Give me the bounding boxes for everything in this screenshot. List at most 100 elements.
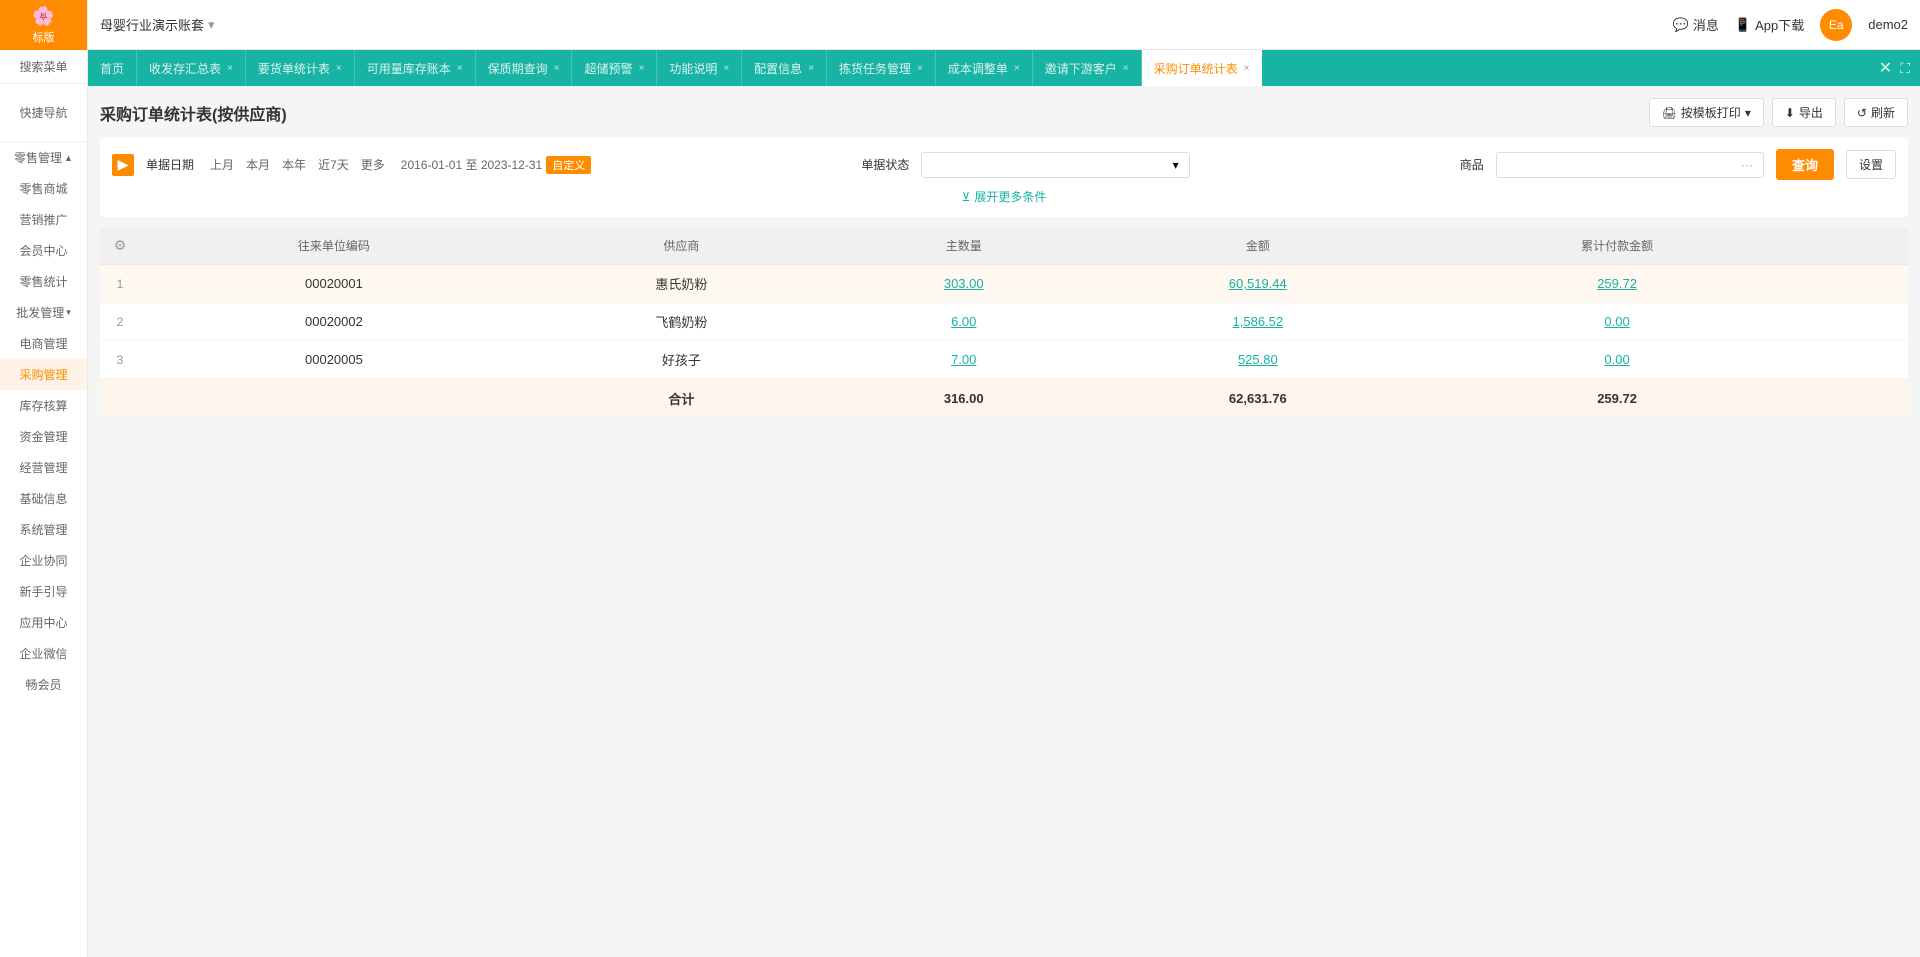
tab-receipts[interactable]: 收发存汇总表 × — [137, 50, 246, 86]
query-button[interactable]: 查询 — [1776, 149, 1834, 180]
sidebar-item-enterprise-collab[interactable]: 企业协同 — [0, 545, 87, 576]
tab-expiry[interactable]: 保质期查询 × — [476, 50, 573, 86]
goods-input[interactable]: ··· — [1496, 152, 1764, 178]
tab-cost-adj[interactable]: 成本调整单 × — [936, 50, 1033, 86]
sidebar-item-member-program[interactable]: 畅会员 — [0, 669, 87, 700]
tab-stock-ledger-close[interactable]: × — [457, 63, 463, 74]
tab-func-desc-close[interactable]: × — [723, 63, 729, 74]
sidebar-item-purchase-mgmt[interactable]: 采购管理 — [0, 359, 87, 390]
tab-func-desc[interactable]: 功能说明 × — [657, 50, 742, 86]
cell-qty[interactable]: 6.00 — [835, 303, 1093, 341]
sidebar-item-marketing[interactable]: 营销推广 — [0, 204, 87, 235]
cell-amount[interactable]: 1,586.52 — [1093, 303, 1424, 341]
sidebar-item-new-guide[interactable]: 新手引导 — [0, 576, 87, 607]
quick-nav-item[interactable]: 快捷导航 — [0, 90, 87, 135]
topbar-right: 💬 消息 📱 App下载 Ea demo2 — [1673, 9, 1908, 41]
column-settings-icon[interactable]: ⚙ — [114, 237, 127, 253]
shortcut-this-month[interactable]: 本月 — [242, 154, 274, 175]
date-range-display: 2016-01-01 至 2023-12-31 自定义 — [401, 156, 591, 174]
tab-purchase-stats-close[interactable]: × — [1244, 63, 1250, 74]
tab-order-stats[interactable]: 要货单统计表 × — [246, 50, 355, 86]
fullscreen-button[interactable]: ⛶ — [1900, 60, 1910, 77]
cell-code: 00020005 — [140, 341, 528, 379]
sidebar-item-enterprise-wechat[interactable]: 企业微信 — [0, 638, 87, 669]
col-settings-header[interactable]: ⚙ — [100, 227, 140, 265]
cell-qty[interactable]: 303.00 — [835, 265, 1093, 303]
date-range-value: 2016-01-01 至 2023-12-31 — [401, 156, 542, 173]
sidebar-item-retail-stats[interactable]: 零售统计 — [0, 266, 87, 297]
nav-tabs-bar: 首页 收发存汇总表 × 要货单统计表 × 可用量库存账本 × 保质期查询 × 超… — [88, 50, 1920, 86]
quick-nav: 快捷导航 — [0, 84, 87, 142]
cell-amount[interactable]: 525.80 — [1093, 341, 1424, 379]
tab-stock-ledger[interactable]: 可用量库存账本 × — [355, 50, 476, 86]
tab-picking-label: 拣货任务管理 — [839, 60, 911, 77]
cell-amount[interactable]: 60,519.44 — [1093, 265, 1424, 303]
workspace-selector[interactable]: 母婴行业演示账套 ▾ — [100, 15, 215, 34]
tab-overstock-close[interactable]: × — [638, 63, 644, 74]
tab-invite-close[interactable]: × — [1123, 63, 1129, 74]
cell-qty[interactable]: 7.00 — [835, 341, 1093, 379]
page-content: 采购订单统计表(按供应商) 🖨 按模板打印 ▾ ⬇ 导出 ↺ 刷新 — [88, 86, 1920, 957]
tab-config[interactable]: 配置信息 × — [742, 50, 827, 86]
topbar: 母婴行业演示账套 ▾ 💬 消息 📱 App下载 Ea demo2 — [88, 0, 1920, 50]
sidebar-item-biz-mgmt[interactable]: 经营管理 — [0, 452, 87, 483]
cell-supplier: 好孩子 — [528, 341, 835, 379]
shortcut-7days[interactable]: 近7天 — [314, 154, 353, 175]
sys-mgmt-label: 系统管理 — [19, 521, 67, 538]
cell-paid[interactable]: 0.00 — [1423, 303, 1811, 341]
tab-config-close[interactable]: × — [808, 63, 814, 74]
close-all-tabs-button[interactable]: ✕ — [1879, 58, 1892, 78]
sidebar-item-basic-info[interactable]: 基础信息 — [0, 483, 87, 514]
search-menu-item[interactable]: 搜索菜单 — [0, 50, 87, 84]
tab-home-label: 首页 — [100, 60, 124, 77]
shortcut-this-year[interactable]: 本年 — [278, 154, 310, 175]
tab-picking-close[interactable]: × — [917, 63, 923, 74]
app-center-label: 应用中心 — [19, 614, 67, 631]
tab-overstock[interactable]: 超储预警 × — [572, 50, 657, 86]
refresh-button[interactable]: ↺ 刷新 — [1844, 98, 1908, 127]
sidebar-item-retail-mgmt[interactable]: 零售管理 ▲ — [0, 142, 87, 173]
print-button[interactable]: 🖨 按模板打印 ▾ — [1649, 98, 1764, 127]
sidebar-item-member-center[interactable]: 会员中心 — [0, 235, 87, 266]
settings-button[interactable]: 设置 — [1846, 150, 1896, 179]
shortcut-more[interactable]: 更多 — [357, 154, 389, 175]
app-logo[interactable]: 🌸 标版 — [0, 0, 87, 50]
expand-filter-button[interactable]: ⊻ 展开更多条件 — [112, 188, 1896, 205]
message-icon: 💬 — [1673, 17, 1689, 33]
tab-invite[interactable]: 邀请下游客户 × — [1033, 50, 1142, 86]
col-paid-header: 累计付款金额 — [1423, 227, 1811, 265]
row-num: 2 — [100, 303, 140, 341]
tab-cost-adj-close[interactable]: × — [1014, 63, 1020, 74]
status-select[interactable]: ▾ — [921, 152, 1189, 178]
tab-receipts-label: 收发存汇总表 — [149, 60, 221, 77]
sidebar-item-sys-mgmt[interactable]: 系统管理 — [0, 514, 87, 545]
tab-picking[interactable]: 拣货任务管理 × — [827, 50, 936, 86]
tab-order-stats-close[interactable]: × — [336, 63, 342, 74]
export-button[interactable]: ⬇ 导出 — [1772, 98, 1836, 127]
shortcut-last-month[interactable]: 上月 — [206, 154, 238, 175]
sidebar-item-stock-check[interactable]: 库存核算 — [0, 390, 87, 421]
tab-stock-ledger-label: 可用量库存账本 — [367, 60, 451, 77]
tab-home[interactable]: 首页 — [88, 50, 137, 86]
avatar[interactable]: Ea — [1820, 9, 1852, 41]
filter-toggle-button[interactable]: ▶ — [112, 154, 134, 176]
cell-paid[interactable]: 0.00 — [1423, 341, 1811, 379]
message-button[interactable]: 💬 消息 — [1673, 15, 1719, 34]
tab-purchase-stats[interactable]: 采购订单统计表 × — [1142, 50, 1263, 86]
sidebar-item-retail-shop[interactable]: 零售商城 — [0, 173, 87, 204]
tab-expiry-close[interactable]: × — [554, 63, 560, 74]
quick-nav-label: 快捷导航 — [4, 97, 83, 128]
cell-paid[interactable]: 259.72 — [1423, 265, 1811, 303]
purchase-stats-table: ⚙ 往来单位编码 供应商 主数量 金额 累计付款金额 1 00020001 惠氏… — [100, 227, 1908, 419]
goods-filter-label: 商品 — [1460, 156, 1484, 173]
sidebar-item-ecommerce-mgmt[interactable]: 电商管理 — [0, 328, 87, 359]
topbar-left: 母婴行业演示账套 ▾ — [100, 15, 215, 34]
cell-supplier: 惠氏奶粉 — [528, 265, 835, 303]
app-download-button[interactable]: 📱 App下载 — [1735, 15, 1804, 34]
username-label[interactable]: demo2 — [1868, 17, 1908, 32]
sidebar-item-app-center[interactable]: 应用中心 — [0, 607, 87, 638]
sidebar-item-finance-mgmt[interactable]: 资金管理 — [0, 421, 87, 452]
table-container: ⚙ 往来单位编码 供应商 主数量 金额 累计付款金额 1 00020001 惠氏… — [100, 227, 1908, 419]
sidebar-item-wholesale-mgmt[interactable]: 批发管理 ▾ — [0, 297, 87, 328]
tab-receipts-close[interactable]: × — [227, 63, 233, 74]
